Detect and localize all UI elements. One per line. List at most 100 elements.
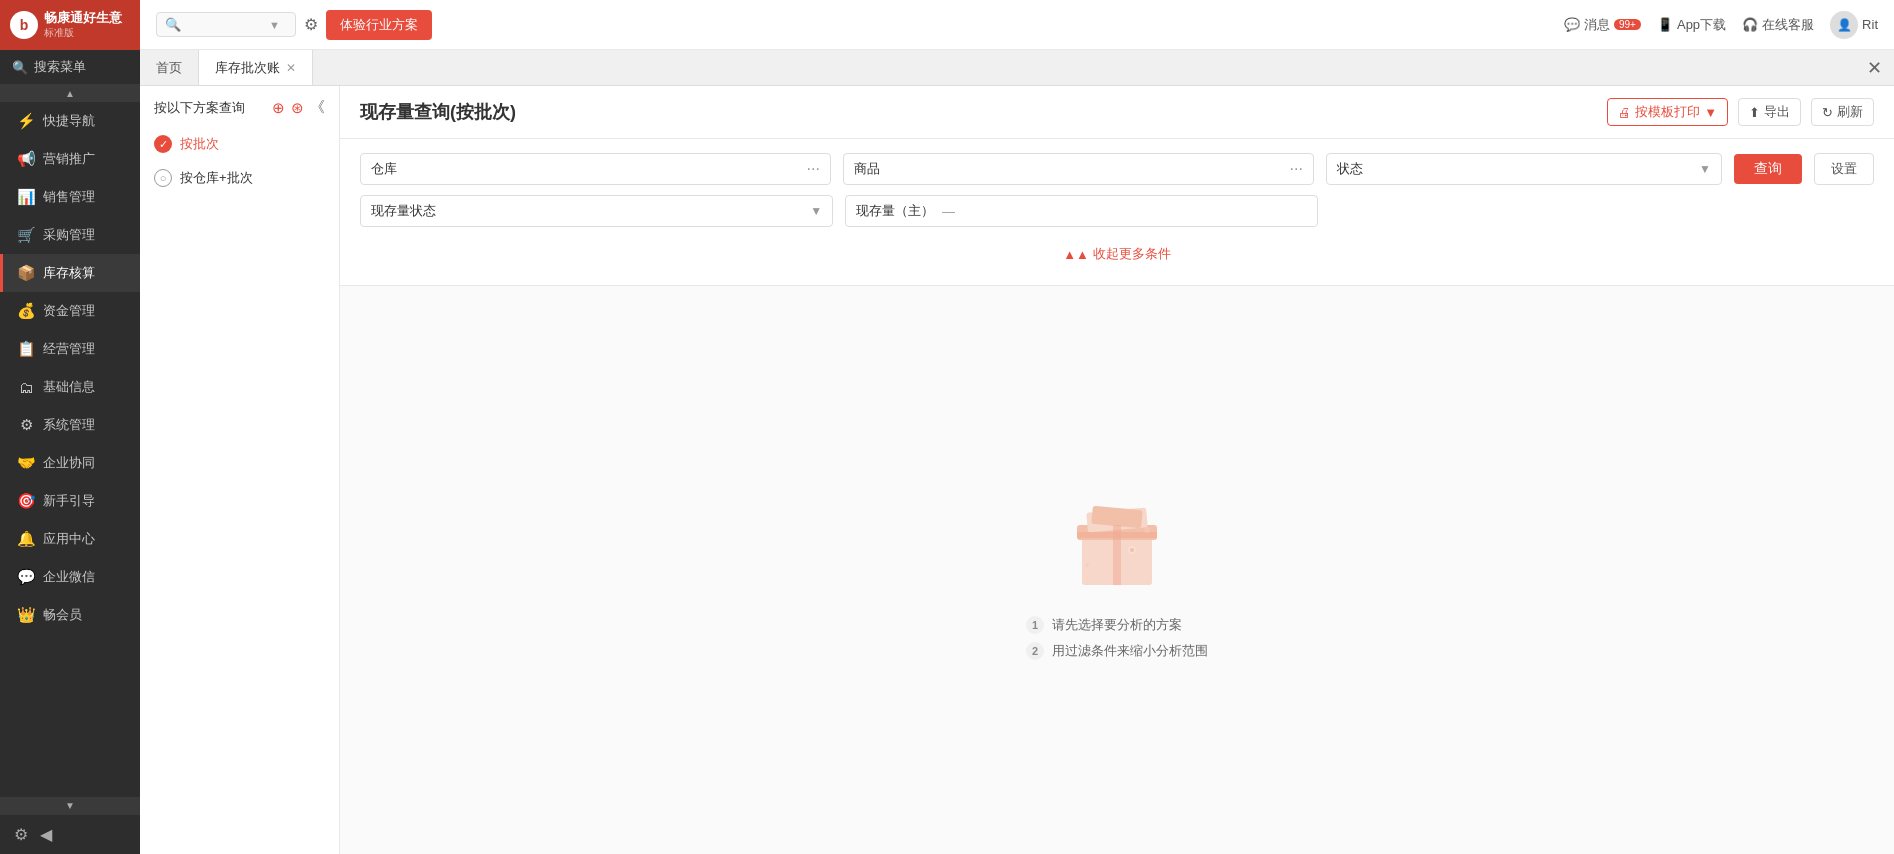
user-name: Rit <box>1862 17 1878 32</box>
sidebar-item-label: 企业协同 <box>43 454 95 472</box>
new-guide-icon: 🎯 <box>17 492 35 510</box>
main-area: 🔍 ▼ ⚙ 体验行业方案 💬 消息 99+ 📱 App下载 🎧 在线客服 <box>140 0 1894 854</box>
print-icon: 🖨 <box>1618 105 1631 120</box>
filter-settings-icon[interactable]: ⊛ <box>291 99 304 117</box>
sidebar-item-sales[interactable]: 📊 销售管理 <box>0 178 140 216</box>
sidebar-item-quick-nav[interactable]: ⚡ 快捷导航 <box>0 102 140 140</box>
sidebar-item-enterprise[interactable]: 🤝 企业协同 <box>0 444 140 482</box>
filter-item-by-batch[interactable]: ✓ 按批次 <box>140 127 339 161</box>
collapse-label: 收起更多条件 <box>1093 245 1171 263</box>
filter-panel-header: 按以下方案查询 ⊕ ⊛ 《 <box>140 98 339 127</box>
sidebar-item-label: 快捷导航 <box>43 112 95 130</box>
sidebar-item-purchase[interactable]: 🛒 采购管理 <box>0 216 140 254</box>
query-row-2: 现存量状态 ▼ 现存量（主） — <box>360 195 1874 227</box>
status-arrow-icon[interactable]: ▼ <box>1699 162 1711 176</box>
tab-inventory-batch[interactable]: 库存批次账 ✕ <box>199 50 313 85</box>
refresh-btn[interactable]: ↻ 刷新 <box>1811 98 1874 126</box>
avatar: 👤 <box>1830 11 1858 39</box>
sidebar-scroll-up[interactable]: ▲ <box>0 85 140 102</box>
sidebar-scroll-down[interactable]: ▼ <box>0 797 140 814</box>
experience-btn[interactable]: 体验行业方案 <box>326 10 432 40</box>
sales-icon: 📊 <box>17 188 35 206</box>
inventory-status-field[interactable]: 现存量状态 ▼ <box>360 195 833 227</box>
empty-box-svg <box>1057 480 1177 600</box>
empty-illustration <box>1057 480 1177 600</box>
page-header-actions: 🖨 按模板打印 ▼ ⬆ 导出 ↻ 刷新 <box>1607 98 1874 126</box>
topbar-chevron-icon[interactable]: ▼ <box>269 19 280 31</box>
inventory-qty-label: 现存量（主） <box>856 202 934 220</box>
user-profile[interactable]: 👤 Rit <box>1830 11 1878 39</box>
page-title: 现存量查询(按批次) <box>360 100 516 124</box>
online-service-label: 在线客服 <box>1762 16 1814 34</box>
filter-panel-actions: ⊕ ⊛ 《 <box>272 98 325 117</box>
sidebar-item-base-info[interactable]: 🗂 基础信息 <box>0 368 140 406</box>
sidebar-search[interactable]: 🔍 搜索菜单 <box>0 50 140 85</box>
tab-home[interactable]: 首页 <box>140 50 199 85</box>
template-print-btn[interactable]: 🖨 按模板打印 ▼ <box>1607 98 1728 126</box>
close-panel-btn[interactable]: ✕ <box>1855 57 1894 79</box>
sidebar-item-label: 基础信息 <box>43 378 95 396</box>
wechat-icon: 💬 <box>17 568 35 586</box>
tabbar: 首页 库存批次账 ✕ ✕ <box>140 50 1894 86</box>
product-field[interactable]: 商品 ··· <box>843 153 1314 185</box>
topbar: 🔍 ▼ ⚙ 体验行业方案 💬 消息 99+ 📱 App下载 🎧 在线客服 <box>140 0 1894 50</box>
sidebar-item-label: 资金管理 <box>43 302 95 320</box>
app-title: 畅康通好生意 <box>44 10 122 26</box>
sidebar-item-member[interactable]: 👑 畅会员 <box>0 596 140 634</box>
filter-warehouse-batch-label: 按仓库+批次 <box>180 169 253 187</box>
filter-panel-title: 按以下方案查询 <box>154 99 245 117</box>
tab-close-icon[interactable]: ✕ <box>286 61 296 75</box>
avatar-icon: 👤 <box>1837 18 1852 32</box>
app-download-btn[interactable]: 📱 App下载 <box>1657 16 1726 34</box>
step-2-text: 用过滤条件来缩小分析范围 <box>1052 642 1208 660</box>
messages-btn[interactable]: 💬 消息 99+ <box>1564 16 1641 34</box>
filter-collapse-icon[interactable]: 《 <box>310 98 325 117</box>
app-center-icon: 🔔 <box>17 530 35 548</box>
inventory-qty-field[interactable]: 现存量（主） — <box>845 195 1318 227</box>
sidebar-item-system[interactable]: ⚙ 系统管理 <box>0 406 140 444</box>
settings-btn[interactable]: 设置 <box>1814 153 1874 185</box>
sidebar: b 畅康通好生意 标准版 🔍 搜索菜单 ▲ ⚡ 快捷导航 📢 营销推广 📊 销售… <box>0 0 140 854</box>
collapse-more-conditions[interactable]: ▲▲ 收起更多条件 <box>360 237 1874 271</box>
warehouse-dots-icon[interactable]: ··· <box>807 160 820 178</box>
sidebar-search-label: 搜索菜单 <box>34 58 86 76</box>
inventory-status-arrow-icon[interactable]: ▼ <box>810 204 822 218</box>
sidebar-item-operations[interactable]: 📋 经营管理 <box>0 330 140 368</box>
filter-item-by-warehouse-batch[interactable]: ○ 按仓库+批次 <box>140 161 339 195</box>
sidebar-item-wechat[interactable]: 💬 企业微信 <box>0 558 140 596</box>
query-form: 仓库 ··· 商品 ··· 状态 ▼ <box>340 139 1894 286</box>
sidebar-item-app-center[interactable]: 🔔 应用中心 <box>0 520 140 558</box>
sidebar-item-inventory[interactable]: 📦 库存核算 <box>0 254 140 292</box>
product-dots-icon[interactable]: ··· <box>1290 160 1303 178</box>
topbar-search-box[interactable]: 🔍 ▼ <box>156 12 296 37</box>
content: 按以下方案查询 ⊕ ⊛ 《 ✓ 按批次 ○ 按仓库+批次 现存量查询(按批次) <box>140 86 1894 854</box>
app-logo: b <box>10 11 38 39</box>
online-service-icon: 🎧 <box>1742 17 1758 32</box>
export-btn[interactable]: ⬆ 导出 <box>1738 98 1801 126</box>
toggle-sidebar-icon[interactable]: ◀ <box>40 825 52 844</box>
svg-rect-5 <box>1077 532 1157 538</box>
topbar-search-input[interactable] <box>185 18 265 32</box>
product-label: 商品 <box>854 160 914 178</box>
status-field[interactable]: 状态 ▼ <box>1326 153 1722 185</box>
status-label: 状态 <box>1337 160 1397 178</box>
base-info-icon: 🗂 <box>17 378 35 396</box>
sidebar-item-finance[interactable]: 💰 资金管理 <box>0 292 140 330</box>
app-download-icon: 📱 <box>1657 17 1673 32</box>
inventory-qty-dash: — <box>942 204 955 219</box>
export-icon: ⬆ <box>1749 105 1760 120</box>
sidebar-nav: ⚡ 快捷导航 📢 营销推广 📊 销售管理 🛒 采购管理 📦 库存核算 💰 资金管… <box>0 102 140 797</box>
query-btn[interactable]: 查询 <box>1734 154 1802 184</box>
add-filter-icon[interactable]: ⊕ <box>272 99 285 117</box>
online-service-btn[interactable]: 🎧 在线客服 <box>1742 16 1814 34</box>
sidebar-item-new-guide[interactable]: 🎯 新手引导 <box>0 482 140 520</box>
warehouse-field[interactable]: 仓库 ··· <box>360 153 831 185</box>
print-chevron-icon[interactable]: ▼ <box>1704 105 1717 120</box>
sidebar-item-marketing[interactable]: 📢 营销推广 <box>0 140 140 178</box>
sidebar-item-label: 销售管理 <box>43 188 95 206</box>
topbar-search-icon: 🔍 <box>165 17 181 32</box>
topbar-gear-icon[interactable]: ⚙ <box>304 15 318 34</box>
sidebar-item-label: 企业微信 <box>43 568 95 586</box>
empty-state: 1 请先选择要分析的方案 2 用过滤条件来缩小分析范围 <box>340 286 1894 854</box>
settings-footer-icon[interactable]: ⚙ <box>14 825 28 844</box>
